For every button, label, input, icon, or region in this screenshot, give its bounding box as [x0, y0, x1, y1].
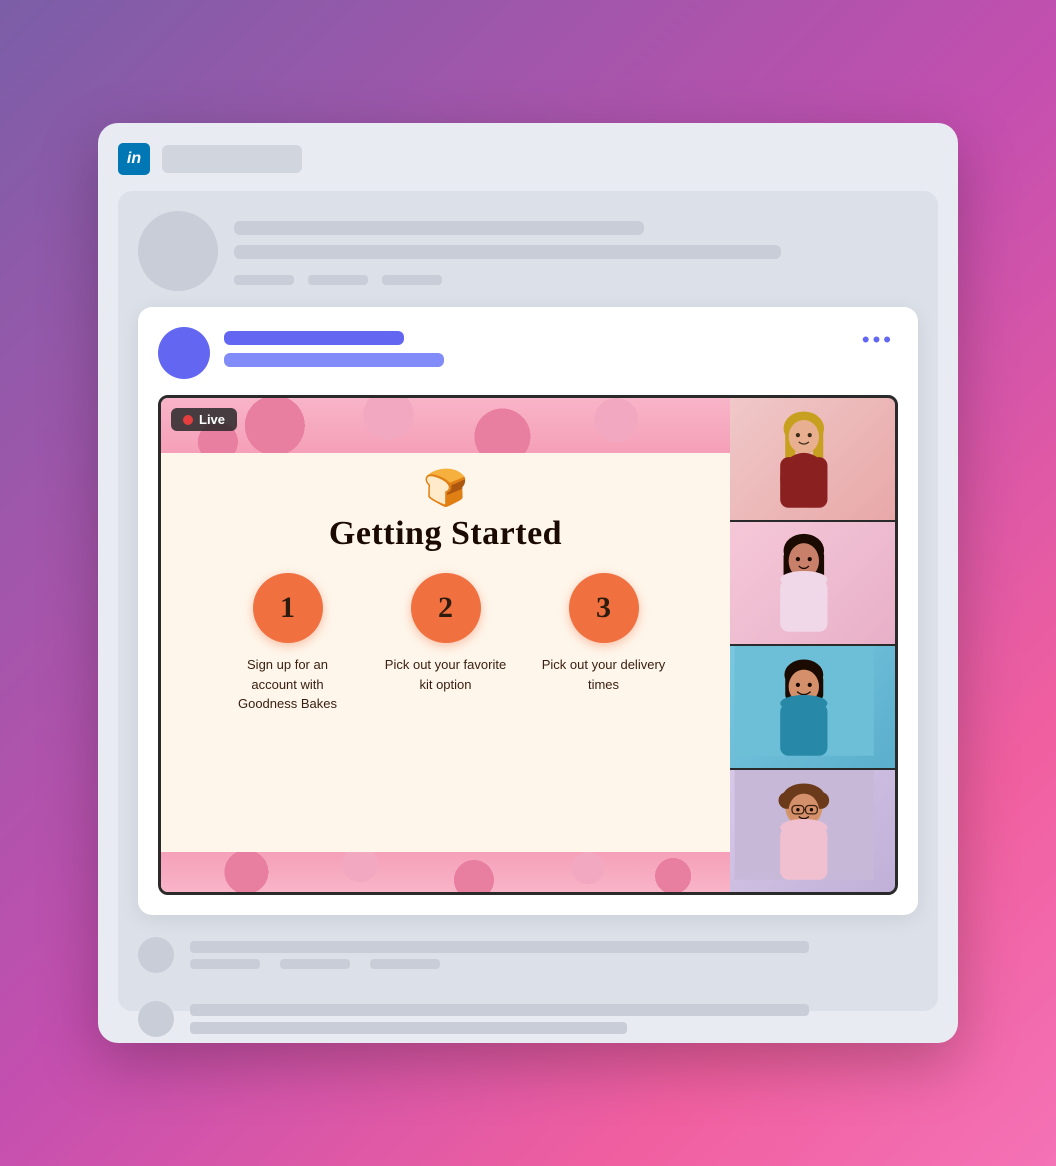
step-1-text: Sign up for an account with Goodness Bak… [223, 655, 353, 714]
step-2-text: Pick out your favorite kit option [381, 655, 511, 694]
bg-profile-lines [234, 211, 918, 285]
bg-profile-section [138, 211, 918, 291]
main-presentation-panel: Live 🍞 Getting Started 1 Sign up for an … [161, 398, 730, 892]
bg-avatar [138, 211, 218, 291]
step-1: 1 Sign up for an account with Goodness B… [223, 573, 353, 714]
floral-top-decoration: Live [161, 398, 730, 453]
post-author-name-line [224, 331, 404, 345]
bg-dot-2 [308, 275, 368, 285]
post-author-subtitle-line [224, 353, 444, 367]
bg-bottom-row-2 [138, 995, 918, 1043]
presentation-content: 🍞 Getting Started 1 Sign up for an accou… [161, 453, 730, 852]
live-label: Live [199, 412, 225, 427]
presentation-title: Getting Started [329, 515, 562, 553]
post-header: ••• [158, 327, 898, 379]
bg-meta-item-1 [190, 959, 260, 969]
step-3-text: Pick out your delivery times [539, 655, 669, 694]
live-stream-container: Live 🍞 Getting Started 1 Sign up for an … [158, 395, 898, 895]
floral-bottom-decoration [161, 852, 730, 892]
step-2-number: 2 [411, 573, 481, 643]
post-author-avatar [158, 327, 210, 379]
bg-meta-dots [234, 275, 918, 285]
bg-dot-3 [382, 275, 442, 285]
bg-bottom-row-1 [138, 931, 918, 979]
participants-panel [730, 398, 895, 892]
bg-small-avatar-1 [138, 937, 174, 973]
post-more-button[interactable]: ••• [858, 327, 898, 353]
bg-meta-row-1 [190, 959, 918, 969]
bg-title-line [234, 245, 781, 259]
participant-video-4 [730, 770, 895, 892]
bg-bottom-lines-1 [190, 941, 918, 969]
browser-tab-bar: in [118, 143, 938, 175]
live-indicator-dot [183, 415, 193, 425]
post-author-info [224, 327, 844, 367]
bg-bottom-lines-2 [190, 1004, 918, 1034]
bg-dot-1 [234, 275, 294, 285]
live-badge: Live [171, 408, 237, 431]
step-1-number: 1 [253, 573, 323, 643]
bg-meta-item-2 [280, 959, 350, 969]
step-3-number: 3 [569, 573, 639, 643]
participant-video-3 [730, 646, 895, 768]
bg-name-line [234, 221, 644, 235]
bg-bottom-line-wide-1 [190, 941, 809, 953]
participant-video-1 [730, 398, 895, 520]
browser-tab [162, 145, 302, 173]
background-linkedin-ui: ••• Live 🍞 Getting S [118, 191, 938, 1011]
baker-icon: 🍞 [423, 467, 468, 509]
bg-small-avatar-2 [138, 1001, 174, 1037]
browser-window: in [98, 123, 958, 1043]
steps-row: 1 Sign up for an account with Goodness B… [185, 573, 706, 714]
linkedin-logo-icon: in [118, 143, 150, 175]
step-2: 2 Pick out your favorite kit option [381, 573, 511, 694]
step-3: 3 Pick out your delivery times [539, 573, 669, 694]
participant-video-2 [730, 522, 895, 644]
bg-bottom-line-wide-2 [190, 1004, 809, 1016]
bg-meta-item-3 [370, 959, 440, 969]
linkedin-post-card: ••• Live 🍞 Getting S [138, 307, 918, 915]
bg-bottom-line-narrow-2 [190, 1022, 627, 1034]
